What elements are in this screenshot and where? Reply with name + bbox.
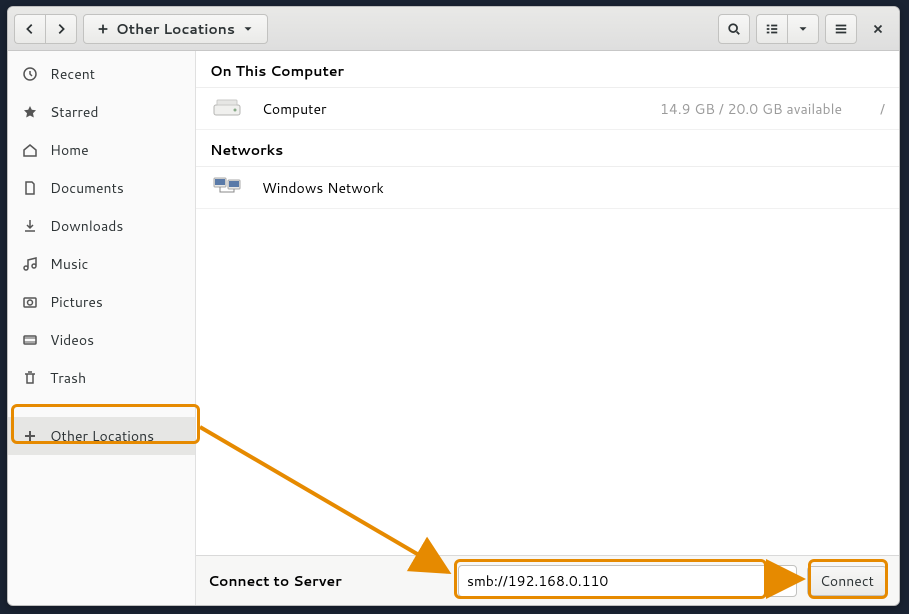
video-icon xyxy=(22,332,38,348)
pathbar-button[interactable]: Other Locations xyxy=(83,14,268,44)
home-icon xyxy=(22,142,38,158)
pathbar-label: Other Locations xyxy=(116,19,235,39)
sidebar-item-other-locations[interactable]: Other Locations xyxy=(8,417,195,455)
row-computer[interactable]: Computer 14.9 GB / 20.0 GB available / xyxy=(196,88,899,130)
plus-icon xyxy=(96,22,110,36)
chevron-left-icon xyxy=(23,22,37,36)
list-view-icon xyxy=(765,22,779,36)
nav-buttons xyxy=(14,14,77,44)
connect-to-server-bar: Connect to Server Connect xyxy=(196,555,899,605)
caret-down-icon xyxy=(241,22,255,36)
sidebar-item-label: Pictures xyxy=(50,292,103,312)
plus-icon xyxy=(22,428,38,444)
chevron-right-icon xyxy=(54,22,68,36)
connect-button[interactable]: Connect xyxy=(807,566,887,596)
sidebar-item-trash[interactable]: Trash xyxy=(8,359,195,397)
forward-button[interactable] xyxy=(45,14,77,44)
file-manager-window: Other Locations Recent xyxy=(7,6,900,606)
view-switcher xyxy=(756,14,819,44)
sidebar-item-music[interactable]: Music xyxy=(8,245,195,283)
sidebar-item-label: Music xyxy=(50,254,88,274)
camera-icon xyxy=(22,294,38,310)
row-detail: 14.9 GB / 20.0 GB available xyxy=(660,99,842,119)
row-windows-network[interactable]: Windows Network xyxy=(196,167,899,209)
sidebar-item-label: Recent xyxy=(50,64,95,84)
sidebar-item-label: Trash xyxy=(50,368,86,388)
view-list-button[interactable] xyxy=(756,14,787,44)
view-dropdown-button[interactable] xyxy=(787,14,819,44)
menu-button[interactable] xyxy=(825,14,857,44)
sidebar-item-pictures[interactable]: Pictures xyxy=(8,283,195,321)
music-icon xyxy=(22,256,38,272)
sidebar-item-label: Documents xyxy=(50,178,124,198)
section-title-networks: Networks xyxy=(196,130,899,167)
drive-icon xyxy=(210,99,244,119)
document-icon xyxy=(22,180,38,196)
close-button[interactable] xyxy=(863,14,893,44)
sidebar-item-label: Other Locations xyxy=(50,426,154,446)
sidebar: Recent Starred Home Documents Downloads … xyxy=(8,51,196,605)
sidebar-item-starred[interactable]: Starred xyxy=(8,93,195,131)
updown-icon[interactable] xyxy=(775,573,791,589)
sidebar-item-downloads[interactable]: Downloads xyxy=(8,207,195,245)
sidebar-item-label: Starred xyxy=(50,102,99,122)
row-label: Windows Network xyxy=(262,178,384,198)
sidebar-item-recent[interactable]: Recent xyxy=(8,55,195,93)
trash-icon xyxy=(22,370,38,386)
sidebar-item-documents[interactable]: Documents xyxy=(8,169,195,207)
hamburger-icon xyxy=(834,22,848,36)
sidebar-item-label: Home xyxy=(50,140,89,160)
back-button[interactable] xyxy=(14,14,45,44)
star-icon xyxy=(22,104,38,120)
row-path: / xyxy=(880,99,885,119)
sidebar-item-videos[interactable]: Videos xyxy=(8,321,195,359)
caret-down-icon xyxy=(796,22,810,36)
sidebar-item-label: Downloads xyxy=(50,216,123,236)
server-address-input[interactable] xyxy=(458,565,797,597)
connect-button-label: Connect xyxy=(820,571,874,591)
search-button[interactable] xyxy=(718,14,750,44)
sidebar-item-home[interactable]: Home xyxy=(8,131,195,169)
headerbar: Other Locations xyxy=(8,7,899,51)
row-label: Computer xyxy=(262,99,326,119)
connect-label: Connect to Server xyxy=(208,571,448,591)
close-icon xyxy=(871,22,885,36)
clock-icon xyxy=(22,66,38,82)
download-icon xyxy=(22,218,38,234)
section-title-computer: On This Computer xyxy=(196,51,899,88)
search-icon xyxy=(727,22,741,36)
network-icon xyxy=(210,177,244,199)
main-view: On This Computer Computer 14.9 GB / 20.0… xyxy=(196,51,899,605)
sidebar-item-label: Videos xyxy=(50,330,94,350)
